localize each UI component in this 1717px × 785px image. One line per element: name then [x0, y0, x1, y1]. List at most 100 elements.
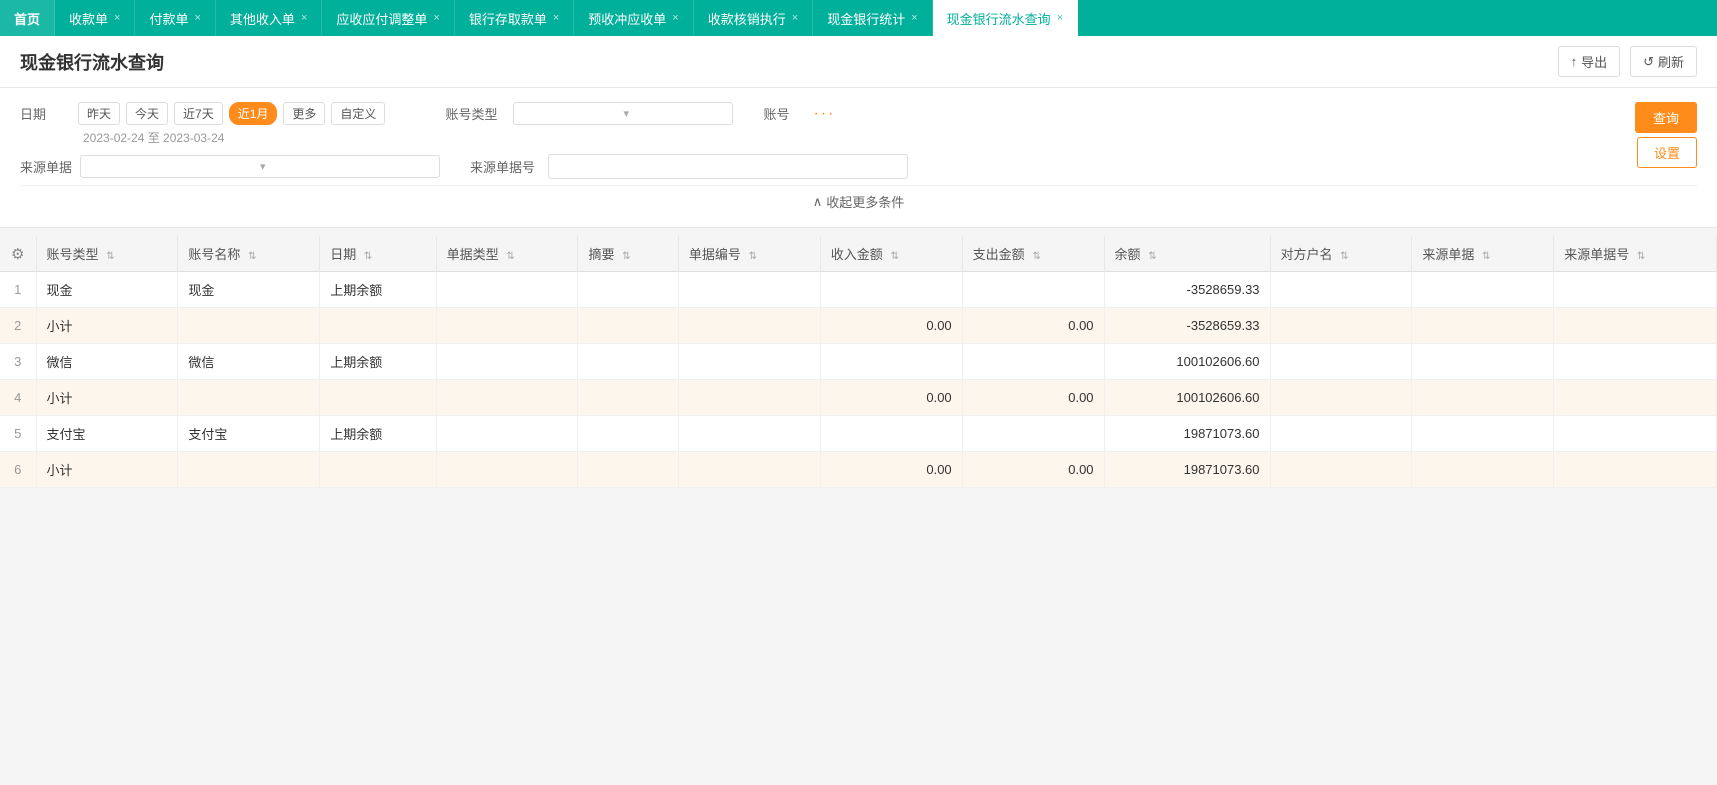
source-doc-select[interactable]: ▾: [80, 155, 440, 178]
cell-counterparty: [1270, 416, 1412, 452]
table-row[interactable]: 4小计0.000.00100102606.60: [0, 380, 1717, 416]
nav-tab-cash-bank-flow[interactable]: 现金银行流水查询 ×: [933, 0, 1078, 36]
collapse-label: 收起更多条件: [826, 192, 904, 211]
cell-source-doc-no: [1554, 452, 1717, 488]
close-advance-icon[interactable]: ×: [672, 12, 678, 24]
nav-tab-other-income[interactable]: 其他收入单 ×: [216, 0, 322, 36]
date-btn-today[interactable]: 今天: [126, 102, 168, 125]
cell-account-type: 小计: [36, 380, 178, 416]
nav-tab-cash-bank-stat[interactable]: 现金银行统计 ×: [813, 0, 932, 36]
close-ar-ap-icon[interactable]: ×: [433, 12, 439, 24]
nav-tab-ar-ap[interactable]: 应收应付调整单 ×: [322, 0, 454, 36]
cell-expense: 0.00: [962, 308, 1104, 344]
cell-counterparty: [1270, 308, 1412, 344]
sort-summary-icon[interactable]: ⇅: [622, 251, 630, 262]
date-btn-yesterday[interactable]: 昨天: [78, 102, 120, 125]
close-bank-deposit-icon[interactable]: ×: [553, 12, 559, 24]
col-source-doc-label: 来源单据: [1422, 247, 1474, 262]
col-income-label: 收入金额: [831, 247, 883, 262]
sort-income-icon[interactable]: ⇅: [890, 251, 898, 262]
cell-doc-type: [436, 272, 578, 308]
col-expense-label: 支出金额: [973, 247, 1025, 262]
col-account-type: 账号类型 ⇅: [36, 236, 178, 272]
table-row[interactable]: 6小计0.000.0019871073.60: [0, 452, 1717, 488]
nav-tab-home[interactable]: 首页: [0, 0, 55, 36]
export-button[interactable]: ↑ 导出: [1558, 46, 1621, 77]
sort-counterparty-icon[interactable]: ⇅: [1340, 251, 1348, 262]
sort-expense-icon[interactable]: ⇅: [1032, 251, 1040, 262]
cell-source-doc: [1412, 308, 1554, 344]
collapse-bar[interactable]: ∧ 收起更多条件: [20, 185, 1697, 217]
table-row[interactable]: 3微信微信上期余额100102606.60: [0, 344, 1717, 380]
sort-doc-no-icon[interactable]: ⇅: [749, 251, 757, 262]
row-number: 4: [0, 380, 36, 416]
cell-account-type: 现金: [36, 272, 178, 308]
cell-balance: -3528659.33: [1104, 308, 1270, 344]
table-gear-icon[interactable]: ⚙: [11, 246, 24, 263]
cell-account-name: [178, 380, 320, 416]
source-doc-label: 来源单据: [20, 157, 72, 176]
account-type-select[interactable]: ▾: [513, 102, 733, 125]
source-doc-num-input[interactable]: [548, 154, 908, 179]
cell-account-name: 现金: [178, 272, 320, 308]
nav-tab-receipt-label: 收款单: [69, 9, 108, 28]
query-button[interactable]: 查询: [1635, 102, 1697, 133]
sort-source-doc-no-icon[interactable]: ⇅: [1637, 251, 1645, 262]
nav-tab-advance[interactable]: 预收冲应收单 ×: [574, 0, 693, 36]
nav-tab-receipt[interactable]: 收款单 ×: [55, 0, 135, 36]
table-row[interactable]: 5支付宝支付宝上期余额19871073.60: [0, 416, 1717, 452]
cell-balance: 19871073.60: [1104, 452, 1270, 488]
col-account-name: 账号名称 ⇅: [178, 236, 320, 272]
date-btn-custom[interactable]: 自定义: [331, 102, 385, 125]
row-number: 1: [0, 272, 36, 308]
refresh-icon: ↺: [1643, 54, 1654, 70]
right-buttons: 查询 设置: [1615, 102, 1697, 168]
collapse-up-icon: ∧: [813, 194, 823, 210]
account-type-label: 账号类型: [445, 104, 505, 123]
nav-tab-advance-label: 预收冲应收单: [588, 9, 666, 28]
sort-account-name-icon[interactable]: ⇅: [248, 251, 256, 262]
close-cash-bank-flow-icon[interactable]: ×: [1057, 12, 1063, 24]
cell-income: [820, 272, 962, 308]
close-other-income-icon[interactable]: ×: [301, 12, 307, 24]
cell-account-type: 微信: [36, 344, 178, 380]
table-row[interactable]: 2小计0.000.00-3528659.33: [0, 308, 1717, 344]
close-collection-icon[interactable]: ×: [792, 12, 798, 24]
account-type-arrow-icon: ▾: [623, 107, 724, 120]
cell-doc-no: [678, 308, 820, 344]
sort-account-type-icon[interactable]: ⇅: [106, 251, 114, 262]
sort-source-doc-icon[interactable]: ⇅: [1482, 251, 1490, 262]
col-doc-no: 单据编号 ⇅: [678, 236, 820, 272]
nav-tab-payment[interactable]: 付款单 ×: [135, 0, 215, 36]
col-doc-type: 单据类型 ⇅: [436, 236, 578, 272]
cell-doc-type: [436, 308, 578, 344]
close-payment-icon[interactable]: ×: [194, 12, 200, 24]
cell-account-type: 支付宝: [36, 416, 178, 452]
nav-tab-home-label: 首页: [14, 9, 40, 28]
row-number: 2: [0, 308, 36, 344]
settings-button[interactable]: 设置: [1637, 137, 1697, 168]
cell-account-name: [178, 308, 320, 344]
sort-date-icon[interactable]: ⇅: [364, 251, 372, 262]
account-label: 账号: [763, 104, 803, 123]
sort-balance-icon[interactable]: ⇅: [1148, 251, 1156, 262]
cell-date: [320, 380, 436, 416]
refresh-button[interactable]: ↺ 刷新: [1630, 46, 1697, 77]
close-receipt-icon[interactable]: ×: [114, 12, 120, 24]
cell-expense: [962, 272, 1104, 308]
table-body: 1现金现金上期余额-3528659.332小计0.000.00-3528659.…: [0, 272, 1717, 488]
page-title: 现金银行流水查询: [20, 49, 164, 75]
date-btn-7days[interactable]: 近7天: [174, 102, 223, 125]
account-dots-button[interactable]: ···: [813, 105, 835, 123]
nav-tab-collection[interactable]: 收款核销执行 ×: [694, 0, 813, 36]
date-btn-more[interactable]: 更多: [283, 102, 325, 125]
date-btn-1month[interactable]: 近1月: [229, 102, 278, 125]
close-cash-bank-stat-icon[interactable]: ×: [911, 12, 917, 24]
sort-doc-type-icon[interactable]: ⇅: [506, 251, 514, 262]
table-row[interactable]: 1现金现金上期余额-3528659.33: [0, 272, 1717, 308]
nav-tab-cash-bank-flow-label: 现金银行流水查询: [947, 9, 1051, 28]
source-doc-arrow-icon: ▾: [260, 160, 431, 173]
export-icon: ↑: [1571, 54, 1578, 69]
cell-doc-no: [678, 344, 820, 380]
nav-tab-bank-deposit[interactable]: 银行存取款单 ×: [455, 0, 574, 36]
